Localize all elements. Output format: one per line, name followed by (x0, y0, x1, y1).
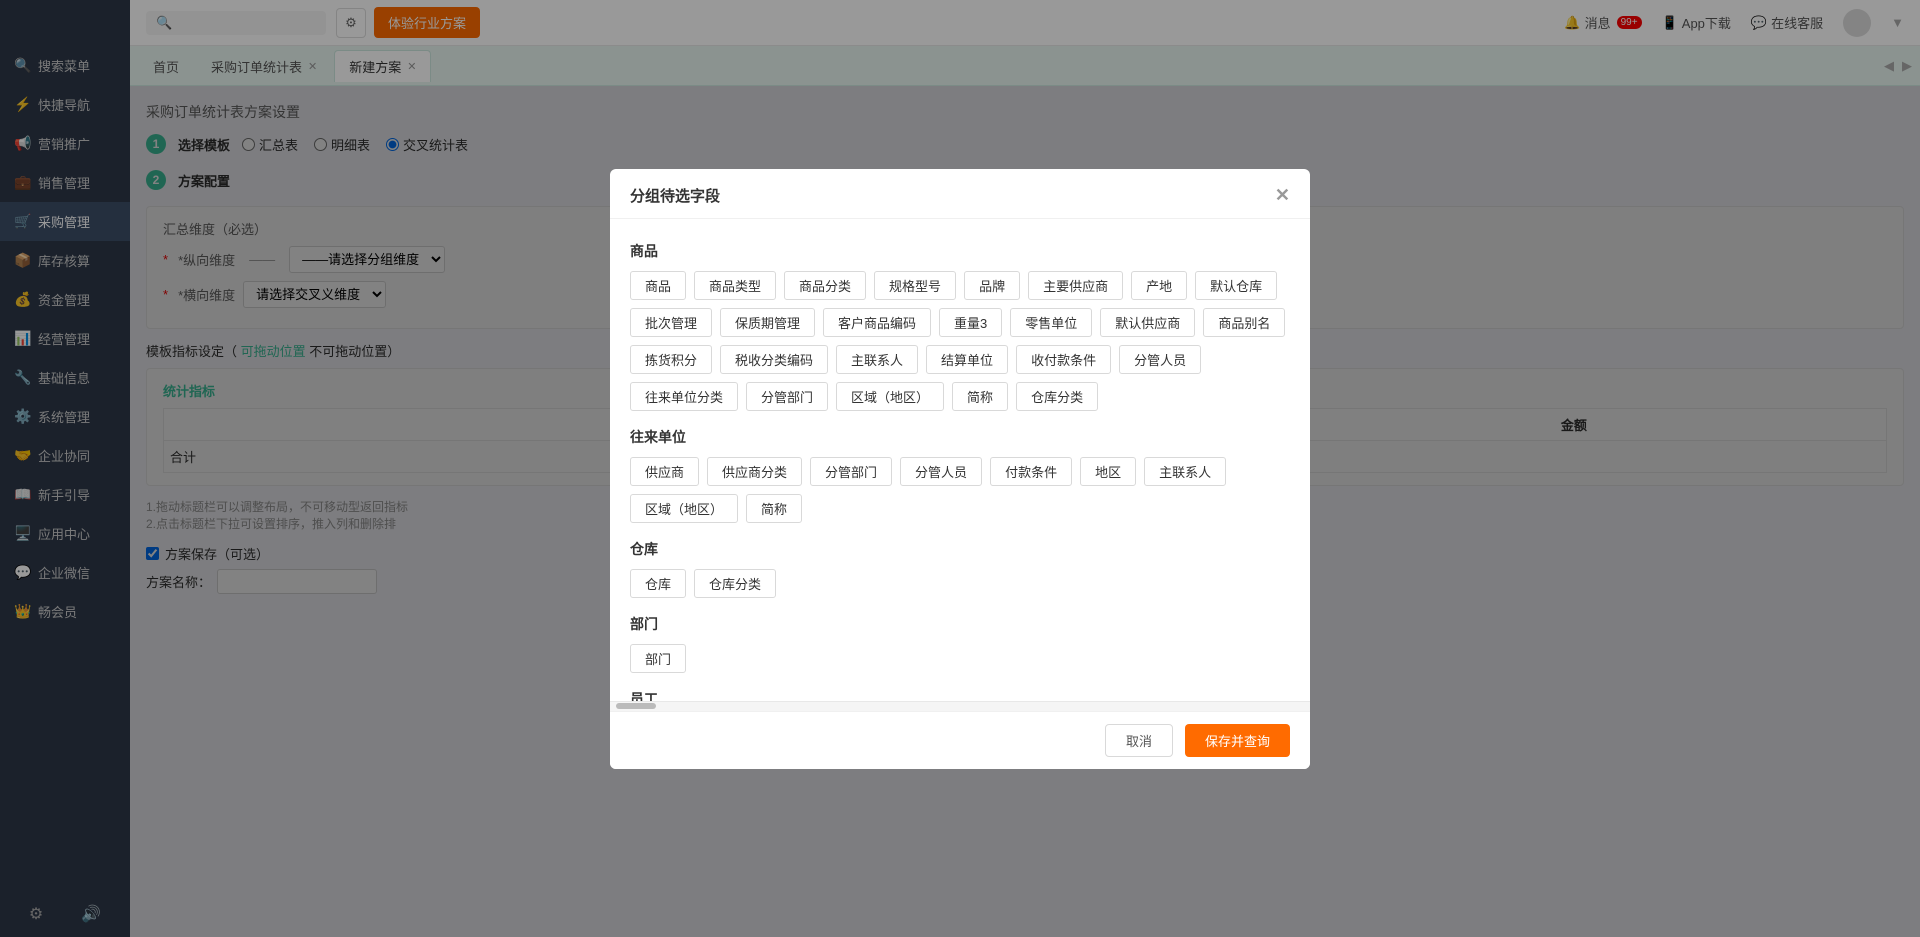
tag-product-8[interactable]: 批次管理 (630, 308, 712, 337)
section-title-product: 商品 (630, 241, 1290, 261)
section-title-partner: 往来单位 (630, 427, 1290, 447)
confirm-button[interactable]: 保存并查询 (1185, 724, 1290, 757)
tag-partner-4[interactable]: 付款条件 (990, 457, 1072, 486)
tag-product-5[interactable]: 主要供应商 (1028, 271, 1123, 300)
tag-product-10[interactable]: 客户商品编码 (823, 308, 931, 337)
tag-warehouse-1[interactable]: 仓库分类 (694, 569, 776, 598)
tag-product-14[interactable]: 商品别名 (1203, 308, 1285, 337)
tag-product-9[interactable]: 保质期管理 (720, 308, 815, 337)
tag-warehouse-0[interactable]: 仓库 (630, 569, 686, 598)
tag-group-dept: 部门 (630, 644, 1290, 673)
section-title-dept: 部门 (630, 614, 1290, 634)
tag-product-19[interactable]: 收付款条件 (1016, 345, 1111, 374)
tag-partner-5[interactable]: 地区 (1080, 457, 1136, 486)
tag-partner-2[interactable]: 分管部门 (810, 457, 892, 486)
dialog-footer: 取消 保存并查询 (610, 711, 1310, 769)
dialog-title: 分组待选字段 (630, 185, 720, 206)
tag-partner-0[interactable]: 供应商 (630, 457, 699, 486)
tag-product-13[interactable]: 默认供应商 (1100, 308, 1195, 337)
dialog-header: 分组待选字段 ✕ (610, 169, 1310, 219)
tag-dept-0[interactable]: 部门 (630, 644, 686, 673)
tag-group-product: 商品 商品类型 商品分类 规格型号 品牌 主要供应商 产地 默认仓库 批次管理 … (630, 271, 1290, 411)
tag-product-11[interactable]: 重量3 (939, 308, 1002, 337)
tag-partner-6[interactable]: 主联系人 (1144, 457, 1226, 486)
dialog-close-button[interactable]: ✕ (1275, 186, 1290, 204)
tag-product-23[interactable]: 区域（地区） (836, 382, 944, 411)
tag-product-18[interactable]: 结算单位 (926, 345, 1008, 374)
tag-product-24[interactable]: 简称 (952, 382, 1008, 411)
dialog-overlay: 分组待选字段 ✕ 商品 商品 商品类型 商品分类 规格型号 品牌 主要供应商 产… (0, 0, 1920, 937)
tag-product-25[interactable]: 仓库分类 (1016, 382, 1098, 411)
tag-product-2[interactable]: 商品分类 (784, 271, 866, 300)
tag-product-22[interactable]: 分管部门 (746, 382, 828, 411)
tag-group-partner: 供应商 供应商分类 分管部门 分管人员 付款条件 地区 主联系人 区域（地区） … (630, 457, 1290, 523)
tag-product-16[interactable]: 税收分类编码 (720, 345, 828, 374)
tag-partner-3[interactable]: 分管人员 (900, 457, 982, 486)
tag-product-7[interactable]: 默认仓库 (1195, 271, 1277, 300)
tag-product-6[interactable]: 产地 (1131, 271, 1187, 300)
tag-group-warehouse: 仓库 仓库分类 (630, 569, 1290, 598)
section-title-staff: 员工 (630, 689, 1290, 702)
dialog-scrollbar-horizontal[interactable] (610, 701, 1310, 710)
tag-product-1[interactable]: 商品类型 (694, 271, 776, 300)
tag-product-15[interactable]: 拣货积分 (630, 345, 712, 374)
tag-product-0[interactable]: 商品 (630, 271, 686, 300)
tag-product-4[interactable]: 品牌 (964, 271, 1020, 300)
tag-partner-1[interactable]: 供应商分类 (707, 457, 802, 486)
tag-product-3[interactable]: 规格型号 (874, 271, 956, 300)
tag-partner-8[interactable]: 简称 (746, 494, 802, 523)
section-title-warehouse: 仓库 (630, 539, 1290, 559)
tag-product-17[interactable]: 主联系人 (836, 345, 918, 374)
tag-partner-7[interactable]: 区域（地区） (630, 494, 738, 523)
tag-product-20[interactable]: 分管人员 (1119, 345, 1201, 374)
cancel-button[interactable]: 取消 (1105, 724, 1173, 757)
dialog-body[interactable]: 商品 商品 商品类型 商品分类 规格型号 品牌 主要供应商 产地 默认仓库 批次… (610, 219, 1310, 702)
tag-product-21[interactable]: 往来单位分类 (630, 382, 738, 411)
tag-product-12[interactable]: 零售单位 (1010, 308, 1092, 337)
field-select-dialog: 分组待选字段 ✕ 商品 商品 商品类型 商品分类 规格型号 品牌 主要供应商 产… (610, 169, 1310, 769)
